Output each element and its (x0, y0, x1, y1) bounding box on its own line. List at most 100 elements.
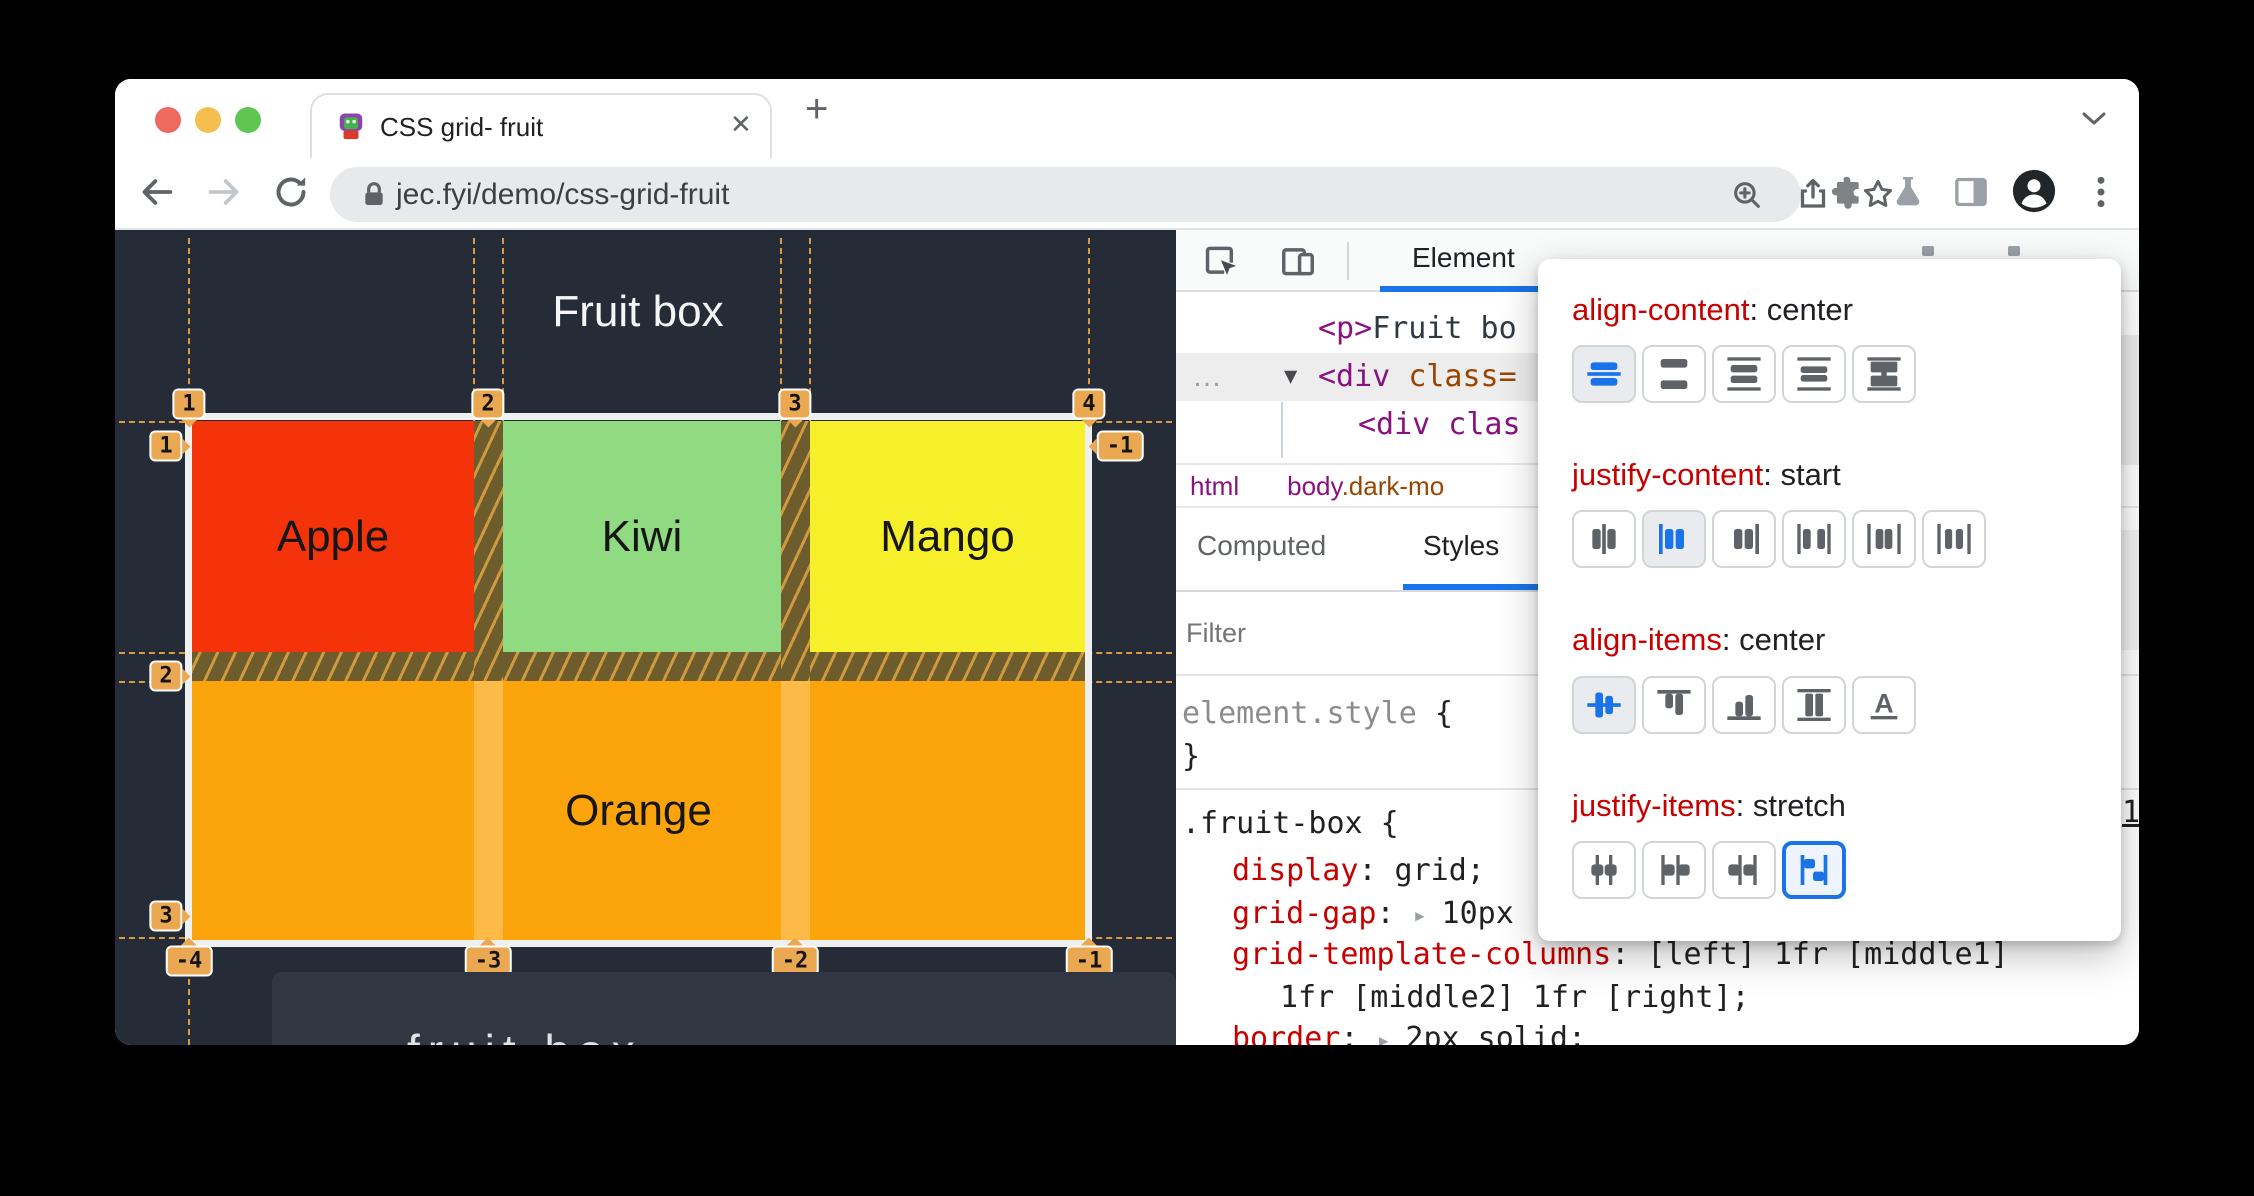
css-property-value: : stretch (1735, 788, 1846, 823)
align-content-content-center-button[interactable] (1572, 345, 1636, 403)
code-segment: .fruit-box { (1182, 806, 1399, 841)
align-content-content-space-between-button[interactable] (1642, 345, 1706, 403)
cell-label: Orange (565, 785, 712, 835)
expand-arrow-icon[interactable]: ▼ (1284, 353, 1297, 401)
grid-cell-mango: Mango (810, 421, 1085, 652)
window-close-button[interactable] (155, 107, 181, 133)
justify-start-icon (1659, 524, 1684, 554)
forward-icon[interactable] (204, 172, 244, 212)
css-code-line: border: ▸ 2px solid; (1176, 1017, 2139, 1045)
justify-content-justify-space-around-button[interactable] (1852, 510, 1916, 568)
justify-content-justify-space-evenly-button[interactable] (1922, 510, 1986, 568)
code-segment: : (1340, 1021, 1377, 1045)
tab-elements[interactable]: Element (1412, 242, 1515, 274)
justify-content-justify-center-button[interactable] (1572, 510, 1636, 568)
align-items-items-end-button[interactable] (1712, 676, 1776, 734)
justify-items-jitems-end-button[interactable] (1712, 841, 1776, 899)
align-items-items-center-button[interactable] (1572, 676, 1636, 734)
address-bar[interactable]: jec.fyi/demo/css-grid-fruit (330, 167, 1893, 222)
styles-tab-underline (1403, 584, 1543, 590)
inspect-element-icon[interactable] (1202, 242, 1240, 280)
tab-computed[interactable]: Computed (1197, 530, 1326, 562)
style-sheet-line-number[interactable]: 1 (2122, 795, 2139, 830)
code-segment: } (1182, 739, 1201, 774)
page-viewport: Fruit box Apple Kiwi Mango Orange 1 2 3 4 1 2… (115, 230, 1176, 1045)
code-segment: element.style (1182, 696, 1417, 731)
browser-tab[interactable]: CSS grid- fruit ✕ (310, 93, 772, 158)
justify-items-jitems-start-button[interactable] (1642, 841, 1706, 899)
tab-close-icon[interactable]: ✕ (730, 109, 752, 140)
align-items-items-baseline-button[interactable]: A (1852, 676, 1916, 734)
favicon-icon (336, 111, 366, 141)
justify-content-justify-end-button[interactable] (1712, 510, 1776, 568)
code-segment: 1fr [middle2] 1fr [right]; (1280, 980, 1750, 1015)
grid-border-top (185, 413, 1092, 420)
reload-icon[interactable] (271, 172, 311, 212)
profile-avatar[interactable] (2011, 168, 2057, 214)
css-property-value: : center (1721, 622, 1826, 657)
jitems-center-icon (1591, 855, 1617, 885)
back-icon[interactable] (137, 172, 177, 212)
justify-items-jitems-center-button[interactable] (1572, 841, 1636, 899)
grid-border-right (1085, 413, 1092, 947)
css-property-value: : start (1763, 457, 1841, 492)
code-segment: { (1416, 696, 1453, 731)
page-title: Fruit box (552, 287, 724, 336)
content-center-icon (1587, 362, 1621, 386)
hidden-toolbar-icon (2008, 246, 2020, 256)
align-content-content-space-evenly-button[interactable] (1782, 345, 1846, 403)
grid-line-badge: -1 (1088, 430, 1144, 462)
extensions-puzzle-icon[interactable] (1827, 172, 1867, 212)
grid-row-gap (192, 652, 1085, 681)
elements-tab-underline (1380, 286, 1540, 292)
css-property-value: : center (1749, 292, 1853, 327)
hidden-toolbar-icon (1922, 246, 1934, 256)
more-actions-icon[interactable]: … (1192, 353, 1222, 401)
new-tab-button[interactable]: + (805, 87, 828, 132)
justify-items-jitems-stretch-button[interactable] (1782, 841, 1846, 899)
css-property-name: display (1232, 853, 1359, 888)
justify-space-evenly-icon (1937, 524, 1971, 554)
device-toolbar-icon[interactable] (1279, 242, 1317, 280)
cell-label: Mango (880, 511, 1015, 561)
grid-line-badge: 4 (1072, 388, 1106, 428)
url-text[interactable]: jec.fyi/demo/css-grid-fruit (396, 178, 729, 212)
next-section-title: fruit box (407, 1024, 643, 1045)
justify-content-justify-start-button[interactable] (1642, 510, 1706, 568)
css-property-name: grid-template-columns (1232, 937, 1612, 972)
align-content-content-stretch-button[interactable] (1852, 345, 1916, 403)
tree-indent-guide (1281, 402, 1283, 458)
lock-icon[interactable] (358, 179, 390, 211)
menu-three-dots-icon[interactable] (2081, 172, 2121, 212)
align-content-content-space-around-button[interactable] (1712, 345, 1776, 403)
window-minimize-button[interactable] (195, 107, 221, 133)
expand-arrow-icon[interactable]: ▸ (1413, 901, 1442, 929)
css-property-name: justify-items (1572, 788, 1736, 823)
popup-property-label: align-items: center (1572, 622, 1825, 658)
align-items-items-stretch-button[interactable] (1782, 676, 1846, 734)
experiments-flask-icon[interactable] (1888, 172, 1928, 212)
content-space-evenly-icon (1797, 357, 1831, 391)
breadcrumb-item[interactable]: html (1190, 471, 1239, 501)
grid-line-badge: 3 (149, 900, 191, 932)
side-panel-icon[interactable] (1951, 172, 1991, 212)
content-stretch-icon (1867, 357, 1901, 391)
zoom-page-icon[interactable] (1730, 178, 1764, 212)
window-zoom-button[interactable] (235, 107, 261, 133)
justify-content-justify-space-between-button[interactable] (1782, 510, 1846, 568)
breadcrumb-item[interactable]: .dark-mo (1342, 471, 1445, 501)
items-start-icon (1657, 690, 1691, 715)
grid-cell-kiwi: Kiwi (503, 421, 781, 652)
hidden-panel-sliver (2121, 530, 2139, 650)
align-items-items-start-button[interactable] (1642, 676, 1706, 734)
justify-end-icon (1734, 524, 1759, 554)
share-icon[interactable] (1795, 176, 1831, 212)
expand-arrow-icon[interactable]: ▸ (1377, 1026, 1406, 1045)
breadcrumb-item[interactable]: body (1287, 471, 1341, 501)
tab-list-chevron-icon[interactable] (2081, 111, 2107, 127)
tab-styles[interactable]: Styles (1423, 530, 1499, 562)
popup-property-label: justify-items: stretch (1572, 788, 1846, 824)
browser-toolbar: jec.fyi/demo/css-grid-fruit (115, 158, 2139, 230)
items-stretch-icon (1797, 689, 1831, 721)
jitems-end-icon (1728, 855, 1757, 885)
